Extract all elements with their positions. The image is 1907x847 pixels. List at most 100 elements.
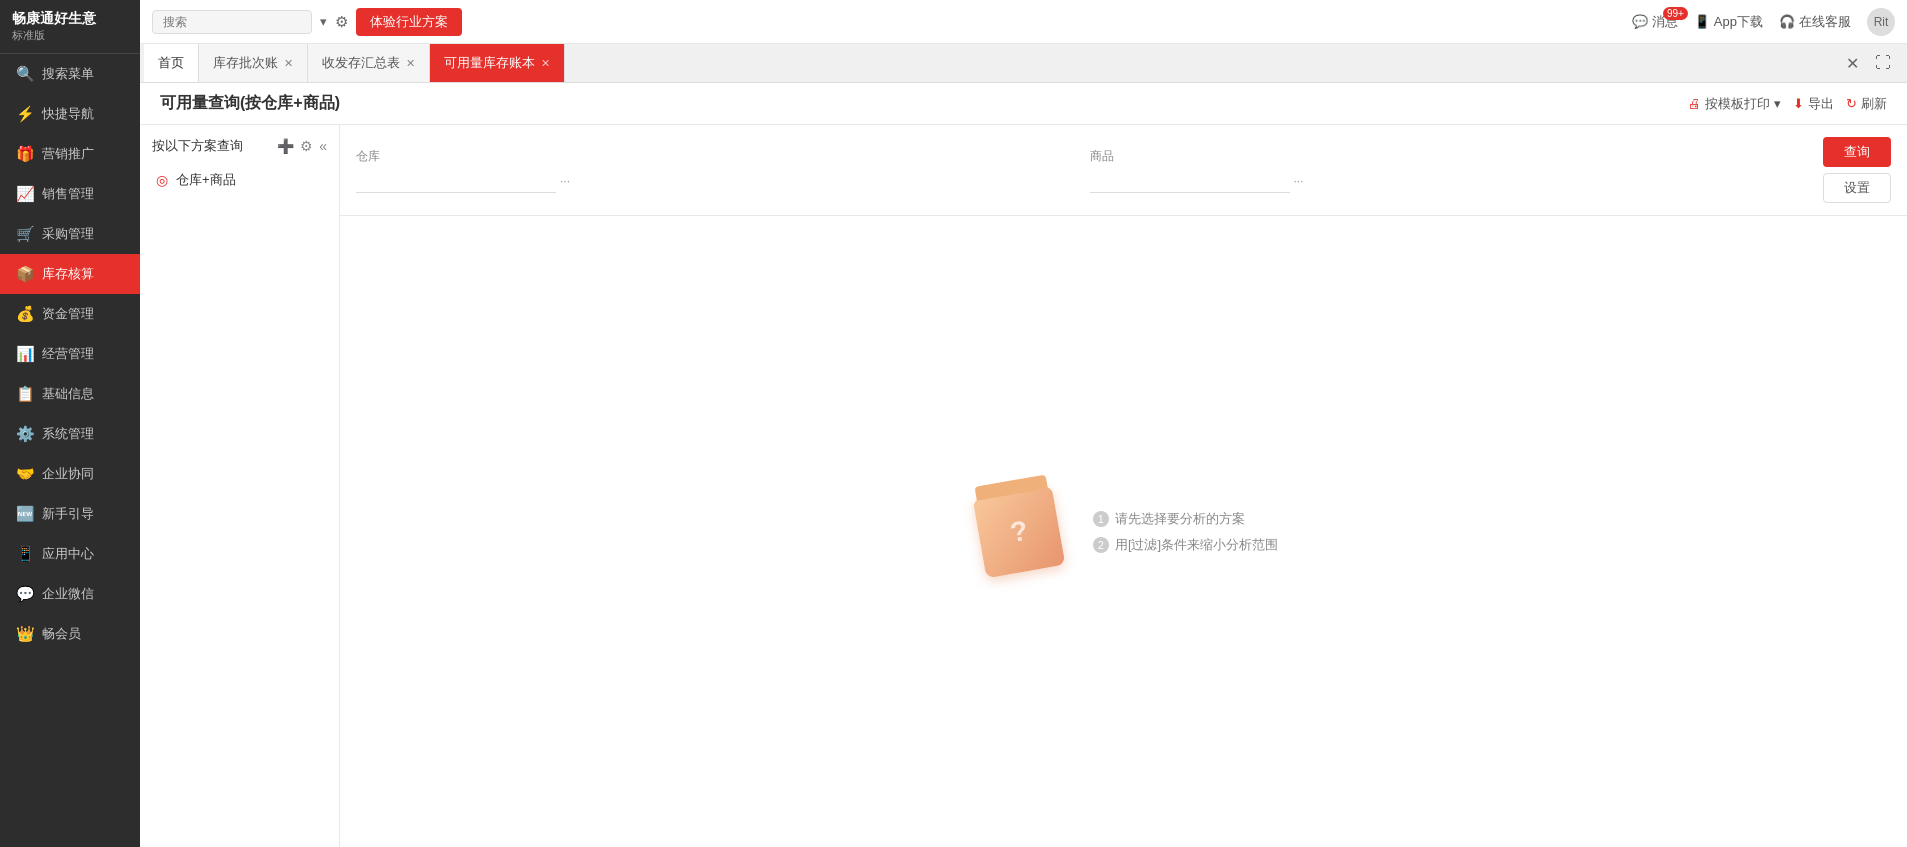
step2-text: 用[过滤]条件来缩小分析范围 (1115, 536, 1278, 554)
export-label: 导出 (1808, 95, 1834, 113)
page-header-actions: 🖨 按模板打印 ▾ ⬇ 导出 ↻ 刷新 (1688, 95, 1887, 113)
brand-name: 畅康通好生意 (12, 10, 128, 28)
brand-sub: 标准版 (12, 28, 128, 43)
tab-summary-label: 收发存汇总表 (322, 54, 400, 72)
sidebar-item-system[interactable]: ⚙️ 系统管理 (0, 414, 140, 454)
sidebar-item-label: 企业协同 (42, 465, 94, 483)
sidebar-item-search[interactable]: 🔍 搜索菜单 (0, 54, 140, 94)
topbar: ▾ ⚙ 体验行业方案 💬 消息 99+ 📱 App下载 🎧 在线客服 Rit (140, 0, 1907, 44)
goods-input[interactable] (1090, 169, 1290, 193)
sidebar-item-sales[interactable]: 📈 销售管理 (0, 174, 140, 214)
sidebar-item-label: 营销推广 (42, 145, 94, 163)
empty-step-2: 2 用[过滤]条件来缩小分析范围 (1093, 536, 1278, 554)
system-icon: ⚙️ (16, 425, 34, 443)
sidebar-item-marketing[interactable]: 🎁 营销推广 (0, 134, 140, 174)
inventory-icon: 📦 (16, 265, 34, 283)
operation-icon: 📊 (16, 345, 34, 363)
sidebar-item-label: 快捷导航 (42, 105, 94, 123)
sidebar-item-label: 应用中心 (42, 545, 94, 563)
tab-available[interactable]: 可用量库存账本 ✕ (430, 44, 565, 82)
gear-icon[interactable]: ⚙ (335, 13, 348, 31)
shortcut-icon: ⚡ (16, 105, 34, 123)
apps-icon: 📱 (16, 545, 34, 563)
warehouse-more-icon[interactable]: ··· (560, 174, 570, 188)
sidebar-item-operation[interactable]: 📊 经营管理 (0, 334, 140, 374)
collapse-filter-icon[interactable]: « (319, 138, 327, 154)
warehouse-filter-field: 仓库 ··· (356, 148, 1074, 193)
sidebar-item-guide[interactable]: 🆕 新手引导 (0, 494, 140, 534)
sidebar-item-label: 系统管理 (42, 425, 94, 443)
dropdown-chevron-icon[interactable]: ▾ (320, 14, 327, 29)
filter-actions: 查询 设置 (1823, 137, 1891, 203)
tabs-bar: 首页 库存批次账 ✕ 收发存汇总表 ✕ 可用量库存账本 ✕ ✕ ⛶ (140, 44, 1907, 83)
guide-icon: 🆕 (16, 505, 34, 523)
avatar[interactable]: Rit (1867, 8, 1895, 36)
sidebar-item-label: 库存核算 (42, 265, 94, 283)
empty-box-graphic (973, 485, 1066, 578)
print-chevron-icon[interactable]: ▾ (1774, 96, 1781, 111)
sidebar-item-enterprise[interactable]: 🤝 企业协同 (0, 454, 140, 494)
tab-batch-label: 库存批次账 (213, 54, 278, 72)
empty-step-1: 1 请先选择要分析的方案 (1093, 510, 1278, 528)
print-button[interactable]: 🖨 按模板打印 ▾ (1688, 95, 1781, 113)
tab-available-close-icon[interactable]: ✕ (541, 57, 550, 70)
cart-icon: 🛒 (16, 225, 34, 243)
goods-more-icon[interactable]: ··· (1294, 174, 1304, 188)
sidebar-item-shortcut[interactable]: ⚡ 快捷导航 (0, 94, 140, 134)
warehouse-filter-label: 仓库 (356, 148, 1074, 165)
page-title: 可用量查询(按仓库+商品) (160, 93, 340, 114)
tab-expand-button[interactable]: ⛶ (1871, 50, 1895, 76)
sidebar-item-label: 采购管理 (42, 225, 94, 243)
finance-icon: 💰 (16, 305, 34, 323)
topbar-right: 💬 消息 99+ 📱 App下载 🎧 在线客服 Rit (1632, 8, 1895, 36)
filter-header: 按以下方案查询 ➕ ⚙ « (140, 137, 339, 163)
sidebar-item-label: 新手引导 (42, 505, 94, 523)
tab-summary-close-icon[interactable]: ✕ (406, 57, 415, 70)
sidebar-item-apps[interactable]: 📱 应用中心 (0, 534, 140, 574)
step1-num: 1 (1093, 511, 1109, 527)
sidebar-item-label: 企业微信 (42, 585, 94, 603)
message-button[interactable]: 💬 消息 99+ (1632, 13, 1678, 31)
settings-button[interactable]: 设置 (1823, 173, 1891, 203)
sidebar-scroll: 🔍 搜索菜单 ⚡ 快捷导航 🎁 营销推广 📈 销售管理 🛒 采购管理 📦 库存核… (0, 54, 140, 847)
sidebar-item-label: 销售管理 (42, 185, 94, 203)
search-input[interactable] (152, 10, 312, 34)
sidebar-item-member[interactable]: 👑 畅会员 (0, 614, 140, 654)
warehouse-input[interactable] (356, 169, 556, 193)
sidebar-item-basic[interactable]: 📋 基础信息 (0, 374, 140, 414)
sidebar-item-label: 畅会员 (42, 625, 81, 643)
export-button[interactable]: ⬇ 导出 (1793, 95, 1834, 113)
sidebar-item-finance[interactable]: 💰 资金管理 (0, 294, 140, 334)
sidebar-item-inventory[interactable]: 📦 库存核算 (0, 254, 140, 294)
export-icon: ⬇ (1793, 96, 1804, 111)
refresh-button[interactable]: ↻ 刷新 (1846, 95, 1887, 113)
headset-icon: 🎧 (1779, 14, 1795, 29)
main-area: ▾ ⚙ 体验行业方案 💬 消息 99+ 📱 App下载 🎧 在线客服 Rit (140, 0, 1907, 847)
tab-batch[interactable]: 库存批次账 ✕ (199, 44, 308, 82)
query-button[interactable]: 查询 (1823, 137, 1891, 167)
tab-close-button[interactable]: ✕ (1842, 50, 1863, 77)
tab-home[interactable]: 首页 (144, 44, 199, 82)
username-label: Rit (1874, 15, 1889, 29)
app-download-button[interactable]: 📱 App下载 (1694, 13, 1763, 31)
tab-summary[interactable]: 收发存汇总表 ✕ (308, 44, 430, 82)
sidebar-item-purchase[interactable]: 🛒 采购管理 (0, 214, 140, 254)
online-service-button[interactable]: 🎧 在线客服 (1779, 13, 1851, 31)
settings-filter-icon[interactable]: ⚙ (300, 138, 313, 154)
filter-item-warehouse-goods[interactable]: ◎ 仓库+商品 (140, 163, 339, 197)
page-header: 可用量查询(按仓库+商品) 🖨 按模板打印 ▾ ⬇ 导出 ↻ 刷新 (140, 83, 1907, 125)
filter-panel-title: 按以下方案查询 (152, 137, 243, 155)
tab-home-label: 首页 (158, 54, 184, 72)
sidebar-item-wechat[interactable]: 💬 企业微信 (0, 574, 140, 614)
filter-item-icon: ◎ (156, 172, 168, 188)
enterprise-icon: 🤝 (16, 465, 34, 483)
add-filter-icon[interactable]: ➕ (277, 138, 294, 154)
goods-filter-label: 商品 (1090, 148, 1808, 165)
filter-item-label: 仓库+商品 (176, 171, 236, 189)
trial-button[interactable]: 体验行业方案 (356, 8, 462, 36)
sidebar-item-label: 基础信息 (42, 385, 94, 403)
tab-batch-close-icon[interactable]: ✕ (284, 57, 293, 70)
phone-icon: 📱 (1694, 14, 1710, 29)
sidebar-item-label: 经营管理 (42, 345, 94, 363)
basic-icon: 📋 (16, 385, 34, 403)
